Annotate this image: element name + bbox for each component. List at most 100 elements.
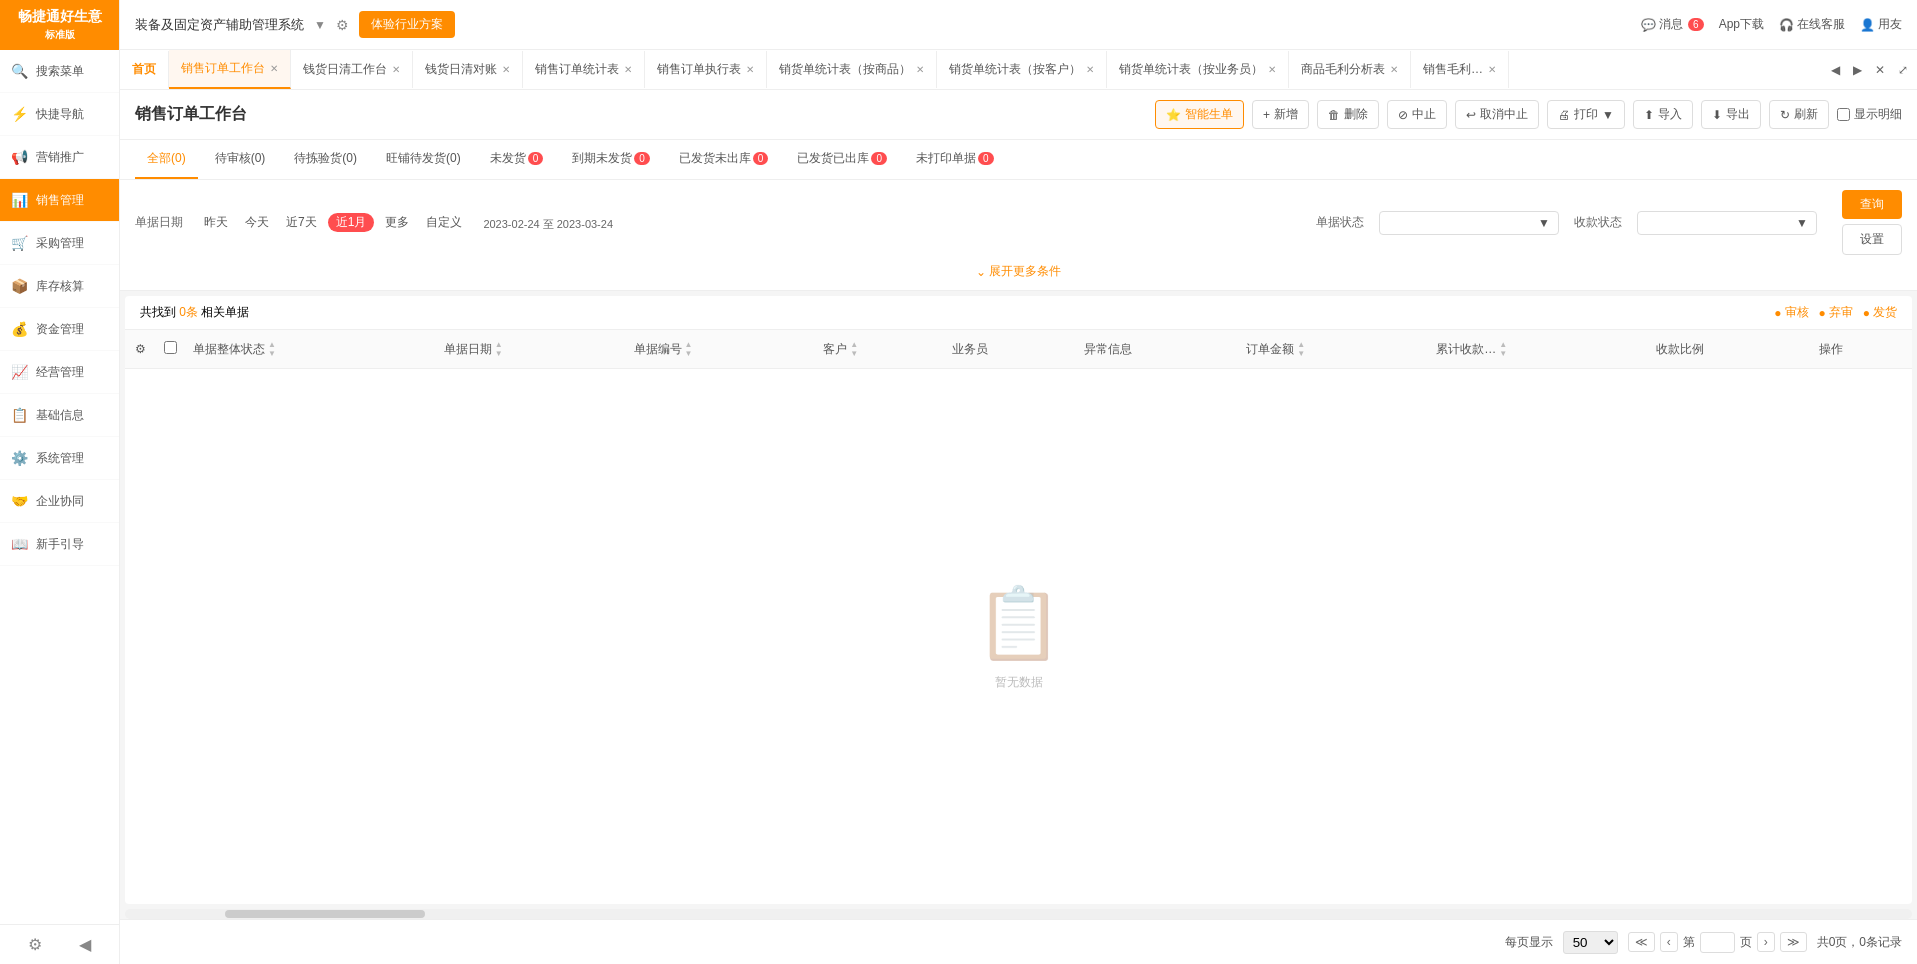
sidebar-item-2[interactable]: 📢营销推广 <box>0 136 119 179</box>
sub-tab-4[interactable]: 未发货0 <box>478 140 556 179</box>
export-button[interactable]: ⬇ 导出 <box>1701 100 1761 129</box>
show-detail-checkbox[interactable]: 显示明细 <box>1837 106 1902 123</box>
tab-item-9[interactable]: 商品毛利分析表✕ <box>1289 51 1411 88</box>
per-page-select[interactable]: 50 10 20 100 <box>1563 931 1618 954</box>
tab-close-2[interactable]: ✕ <box>392 64 400 75</box>
col-checkbox[interactable] <box>155 330 185 369</box>
delete-button[interactable]: 🗑 删除 <box>1317 100 1379 129</box>
sub-tab-6[interactable]: 已发货未出库0 <box>667 140 781 179</box>
online-service[interactable]: 🎧 在线客服 <box>1779 16 1845 33</box>
delete-icon: 🗑 <box>1328 108 1340 122</box>
collapse-icon[interactable]: ◀ <box>79 935 91 954</box>
sidebar-item-9[interactable]: ⚙️系统管理 <box>0 437 119 480</box>
dropdown-arrow-icon[interactable]: ▼ <box>314 18 326 32</box>
sidebar-item-5[interactable]: 📦库存核算 <box>0 265 119 308</box>
cancel-audit-action-button[interactable]: ● 弃审 <box>1819 304 1853 321</box>
date-opt-yesterday[interactable]: 昨天 <box>198 212 234 233</box>
ship-action-button[interactable]: ● 发货 <box>1863 304 1897 321</box>
print-button[interactable]: 🖨 打印 ▼ <box>1547 100 1625 129</box>
date-opt-1month[interactable]: 近1月 <box>328 213 375 232</box>
sort-number[interactable]: 单据编号▲▼ <box>634 340 808 358</box>
sidebar-icon-8: 📋 <box>10 406 28 424</box>
message-area[interactable]: 💬 消息 6 <box>1641 16 1704 33</box>
industry-solution-button[interactable]: 体验行业方案 <box>359 11 455 38</box>
setting-button[interactable]: 设置 <box>1842 224 1902 255</box>
tab-scroll-right-icon[interactable]: ▶ <box>1849 61 1866 79</box>
sidebar-item-7[interactable]: 📈经营管理 <box>0 351 119 394</box>
page-number-input[interactable]: 1 <box>1700 932 1735 953</box>
sort-collected[interactable]: 累计收款…▲▼ <box>1436 340 1640 358</box>
horizontal-scrollbar[interactable] <box>125 909 1912 919</box>
table-scroll-area[interactable]: ⚙ 单据整体状态▲▼ 单据日期▲▼ 单据编号▲▼ 客户▲▼ 业务员 异常信息 订… <box>125 330 1912 904</box>
date-opt-7days[interactable]: 近7天 <box>280 212 323 233</box>
date-opt-custom[interactable]: 自定义 <box>420 212 468 233</box>
tab-item-8[interactable]: 销货单统计表（按业务员）✕ <box>1107 51 1289 88</box>
tab-item-4[interactable]: 销售订单统计表✕ <box>523 51 645 88</box>
sidebar-item-0[interactable]: 🔍搜索菜单 <box>0 50 119 93</box>
sub-tab-5[interactable]: 到期未发货0 <box>560 140 662 179</box>
tab-item-0[interactable]: 首页 <box>120 51 169 88</box>
tab-close-all-icon[interactable]: ✕ <box>1871 61 1889 79</box>
sort-customer[interactable]: 客户▲▼ <box>823 340 936 358</box>
sidebar-item-10[interactable]: 🤝企业协同 <box>0 480 119 523</box>
sub-tab-3[interactable]: 旺铺待发货(0) <box>374 140 473 179</box>
prev-page-button[interactable]: ‹ <box>1660 932 1678 952</box>
sidebar-item-6[interactable]: 💰资金管理 <box>0 308 119 351</box>
tab-close-8[interactable]: ✕ <box>1268 64 1276 75</box>
sub-tab-8[interactable]: 未打印单据0 <box>904 140 1006 179</box>
select-all-checkbox[interactable] <box>164 341 177 354</box>
scrollbar-thumb[interactable] <box>225 910 425 918</box>
tab-close-10[interactable]: ✕ <box>1488 64 1496 75</box>
tab-item-2[interactable]: 钱货日清工作台✕ <box>291 51 413 88</box>
sidebar-item-11[interactable]: 📖新手引导 <box>0 523 119 566</box>
tab-scroll-left-icon[interactable]: ◀ <box>1827 61 1844 79</box>
add-button[interactable]: + 新增 <box>1252 100 1309 129</box>
show-detail-input[interactable] <box>1837 108 1850 121</box>
settings-header-icon[interactable]: ⚙ <box>336 17 349 33</box>
tab-close-3[interactable]: ✕ <box>502 64 510 75</box>
tab-close-1[interactable]: ✕ <box>270 63 278 74</box>
tab-item-7[interactable]: 销货单统计表（按客户）✕ <box>937 51 1107 88</box>
sort-status[interactable]: 单据整体状态▲▼ <box>193 340 428 358</box>
first-page-button[interactable]: ≪ <box>1628 932 1655 952</box>
cancel-stop-button[interactable]: ↩ 取消中止 <box>1455 100 1539 129</box>
refresh-button[interactable]: ↻ 刷新 <box>1769 100 1829 129</box>
tab-close-5[interactable]: ✕ <box>746 64 754 75</box>
user-area[interactable]: 👤 用友 <box>1860 16 1902 33</box>
expand-filter-button[interactable]: ⌄ 展开更多条件 <box>976 263 1061 280</box>
tab-close-9[interactable]: ✕ <box>1390 64 1398 75</box>
sort-date[interactable]: 单据日期▲▼ <box>444 340 618 358</box>
payment-select[interactable]: ▼ <box>1637 211 1817 235</box>
stop-button[interactable]: ⊘ 中止 <box>1387 100 1447 129</box>
date-opt-today[interactable]: 今天 <box>239 212 275 233</box>
sub-tab-2[interactable]: 待拣验货(0) <box>282 140 369 179</box>
smart-create-button[interactable]: ⭐ 智能生单 <box>1155 100 1244 129</box>
query-button[interactable]: 查询 <box>1842 190 1902 219</box>
sidebar-item-8[interactable]: 📋基础信息 <box>0 394 119 437</box>
import-button[interactable]: ⬆ 导入 <box>1633 100 1693 129</box>
last-page-button[interactable]: ≫ <box>1780 932 1807 952</box>
tab-close-6[interactable]: ✕ <box>916 64 924 75</box>
sub-tab-7[interactable]: 已发货已出库0 <box>785 140 899 179</box>
tab-item-3[interactable]: 钱货日清对账✕ <box>413 51 523 88</box>
app-download[interactable]: App下载 <box>1719 16 1764 33</box>
tab-item-5[interactable]: 销售订单执行表✕ <box>645 51 767 88</box>
sidebar-item-4[interactable]: 🛒采购管理 <box>0 222 119 265</box>
tab-item-10[interactable]: 销售毛利…✕ <box>1411 51 1509 88</box>
tab-close-7[interactable]: ✕ <box>1086 64 1094 75</box>
col-settings[interactable]: ⚙ <box>125 330 155 369</box>
date-opt-more[interactable]: 更多 <box>379 212 415 233</box>
settings-icon[interactable]: ⚙ <box>28 935 42 954</box>
sub-tab-0[interactable]: 全部(0) <box>135 140 198 179</box>
tab-close-4[interactable]: ✕ <box>624 64 632 75</box>
tab-item-6[interactable]: 销货单统计表（按商品）✕ <box>767 51 937 88</box>
tab-item-1[interactable]: 销售订单工作台✕ <box>169 50 291 89</box>
audit-action-button[interactable]: ● 审核 <box>1774 304 1808 321</box>
tab-maximize-icon[interactable]: ⤢ <box>1894 61 1912 79</box>
sort-amount[interactable]: 订单金额▲▼ <box>1246 340 1420 358</box>
sub-tab-1[interactable]: 待审核(0) <box>203 140 278 179</box>
status-select[interactable]: ▼ <box>1379 211 1559 235</box>
sidebar-item-3[interactable]: 📊销售管理 <box>0 179 119 222</box>
next-page-button[interactable]: › <box>1757 932 1775 952</box>
sidebar-item-1[interactable]: ⚡快捷导航 <box>0 93 119 136</box>
